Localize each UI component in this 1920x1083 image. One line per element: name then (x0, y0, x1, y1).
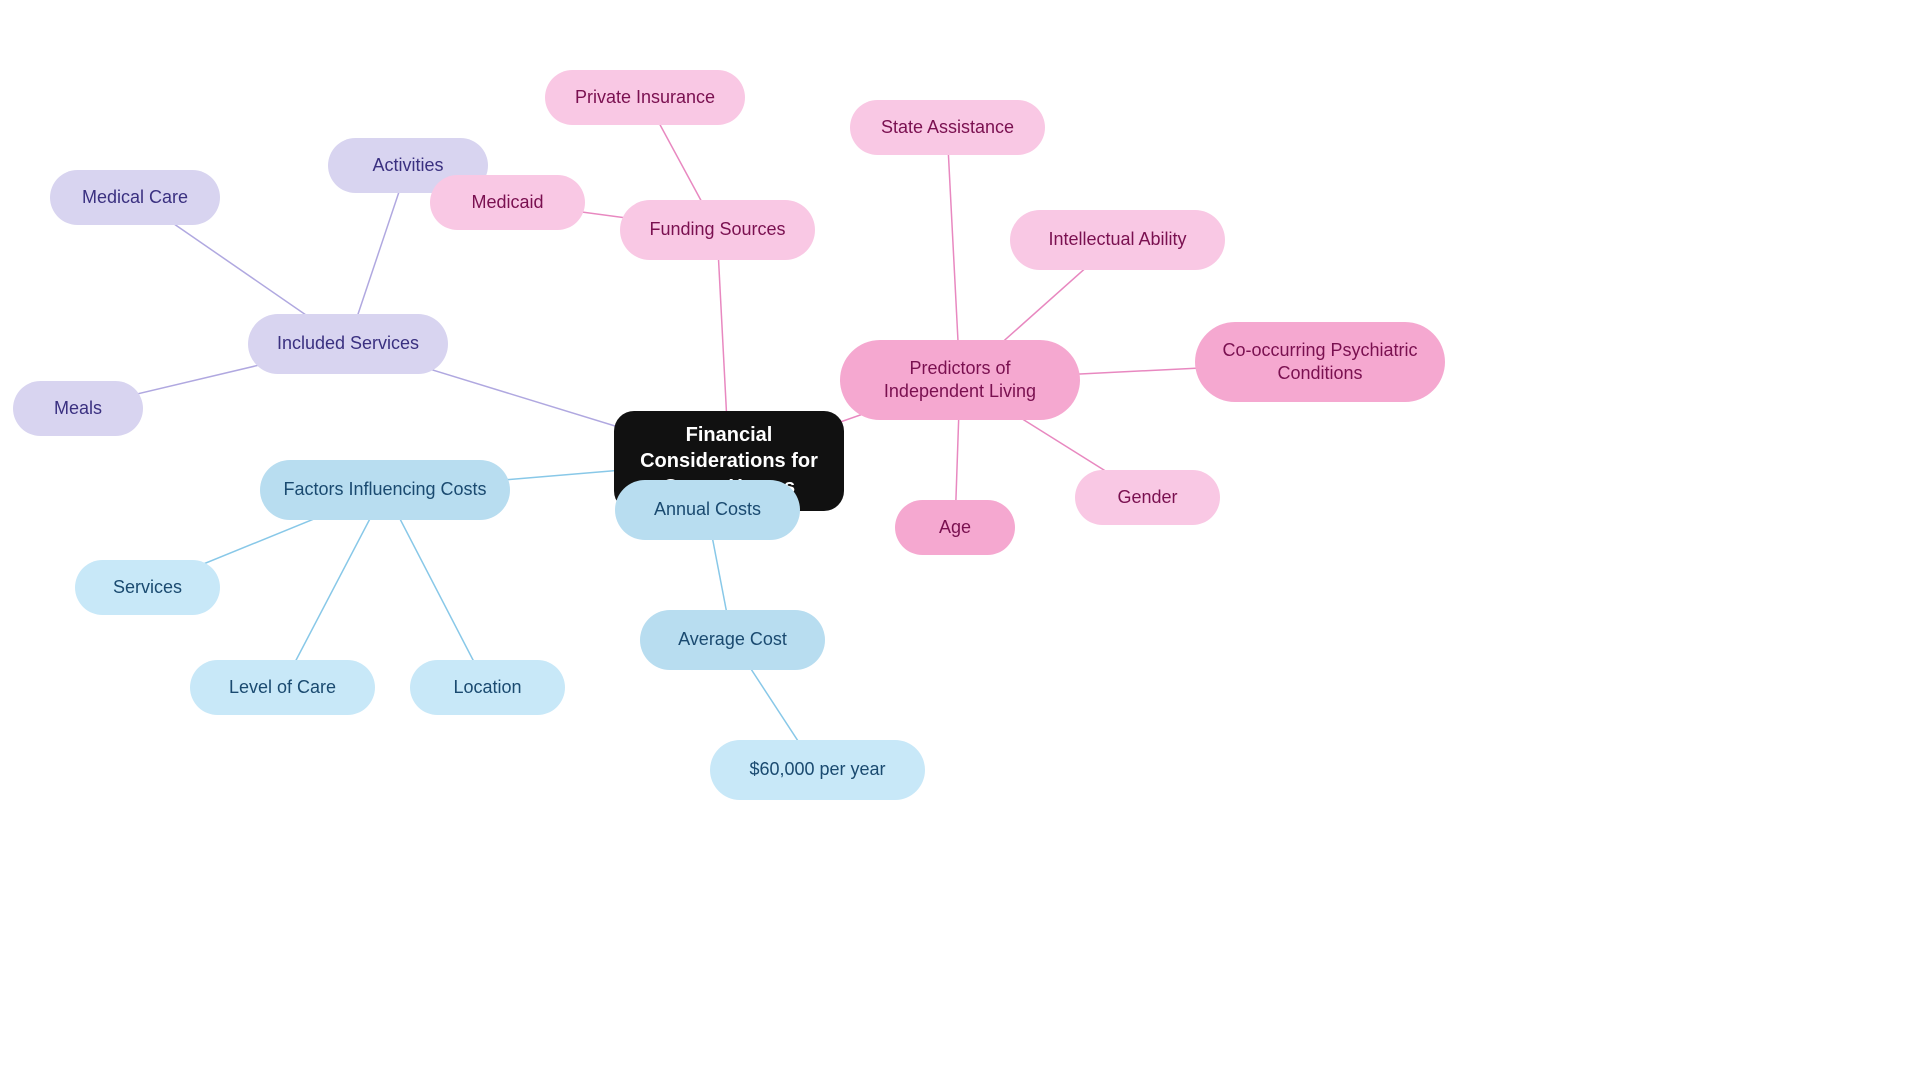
gender-node: Gender (1075, 470, 1220, 525)
intellectual-ability-node: Intellectual Ability (1010, 210, 1225, 270)
included-services-node: Included Services (248, 314, 448, 374)
annual-costs-node: Annual Costs (615, 480, 800, 540)
state-assistance-node: State Assistance (850, 100, 1045, 155)
services-node: Services (75, 560, 220, 615)
funding-sources-node: Funding Sources (620, 200, 815, 260)
location-node: Location (410, 660, 565, 715)
co-occurring-node: Co-occurring Psychiatric Conditions (1195, 322, 1445, 402)
sixty-k-node: $60,000 per year (710, 740, 925, 800)
age-node: Age (895, 500, 1015, 555)
meals-node: Meals (13, 381, 143, 436)
factors-influencing-node: Factors Influencing Costs (260, 460, 510, 520)
private-insurance-node: Private Insurance (545, 70, 745, 125)
medical-care-node: Medical Care (50, 170, 220, 225)
predictors-node: Predictors of Independent Living (840, 340, 1080, 420)
medicaid-node: Medicaid (430, 175, 585, 230)
average-cost-node: Average Cost (640, 610, 825, 670)
level-of-care-node: Level of Care (190, 660, 375, 715)
